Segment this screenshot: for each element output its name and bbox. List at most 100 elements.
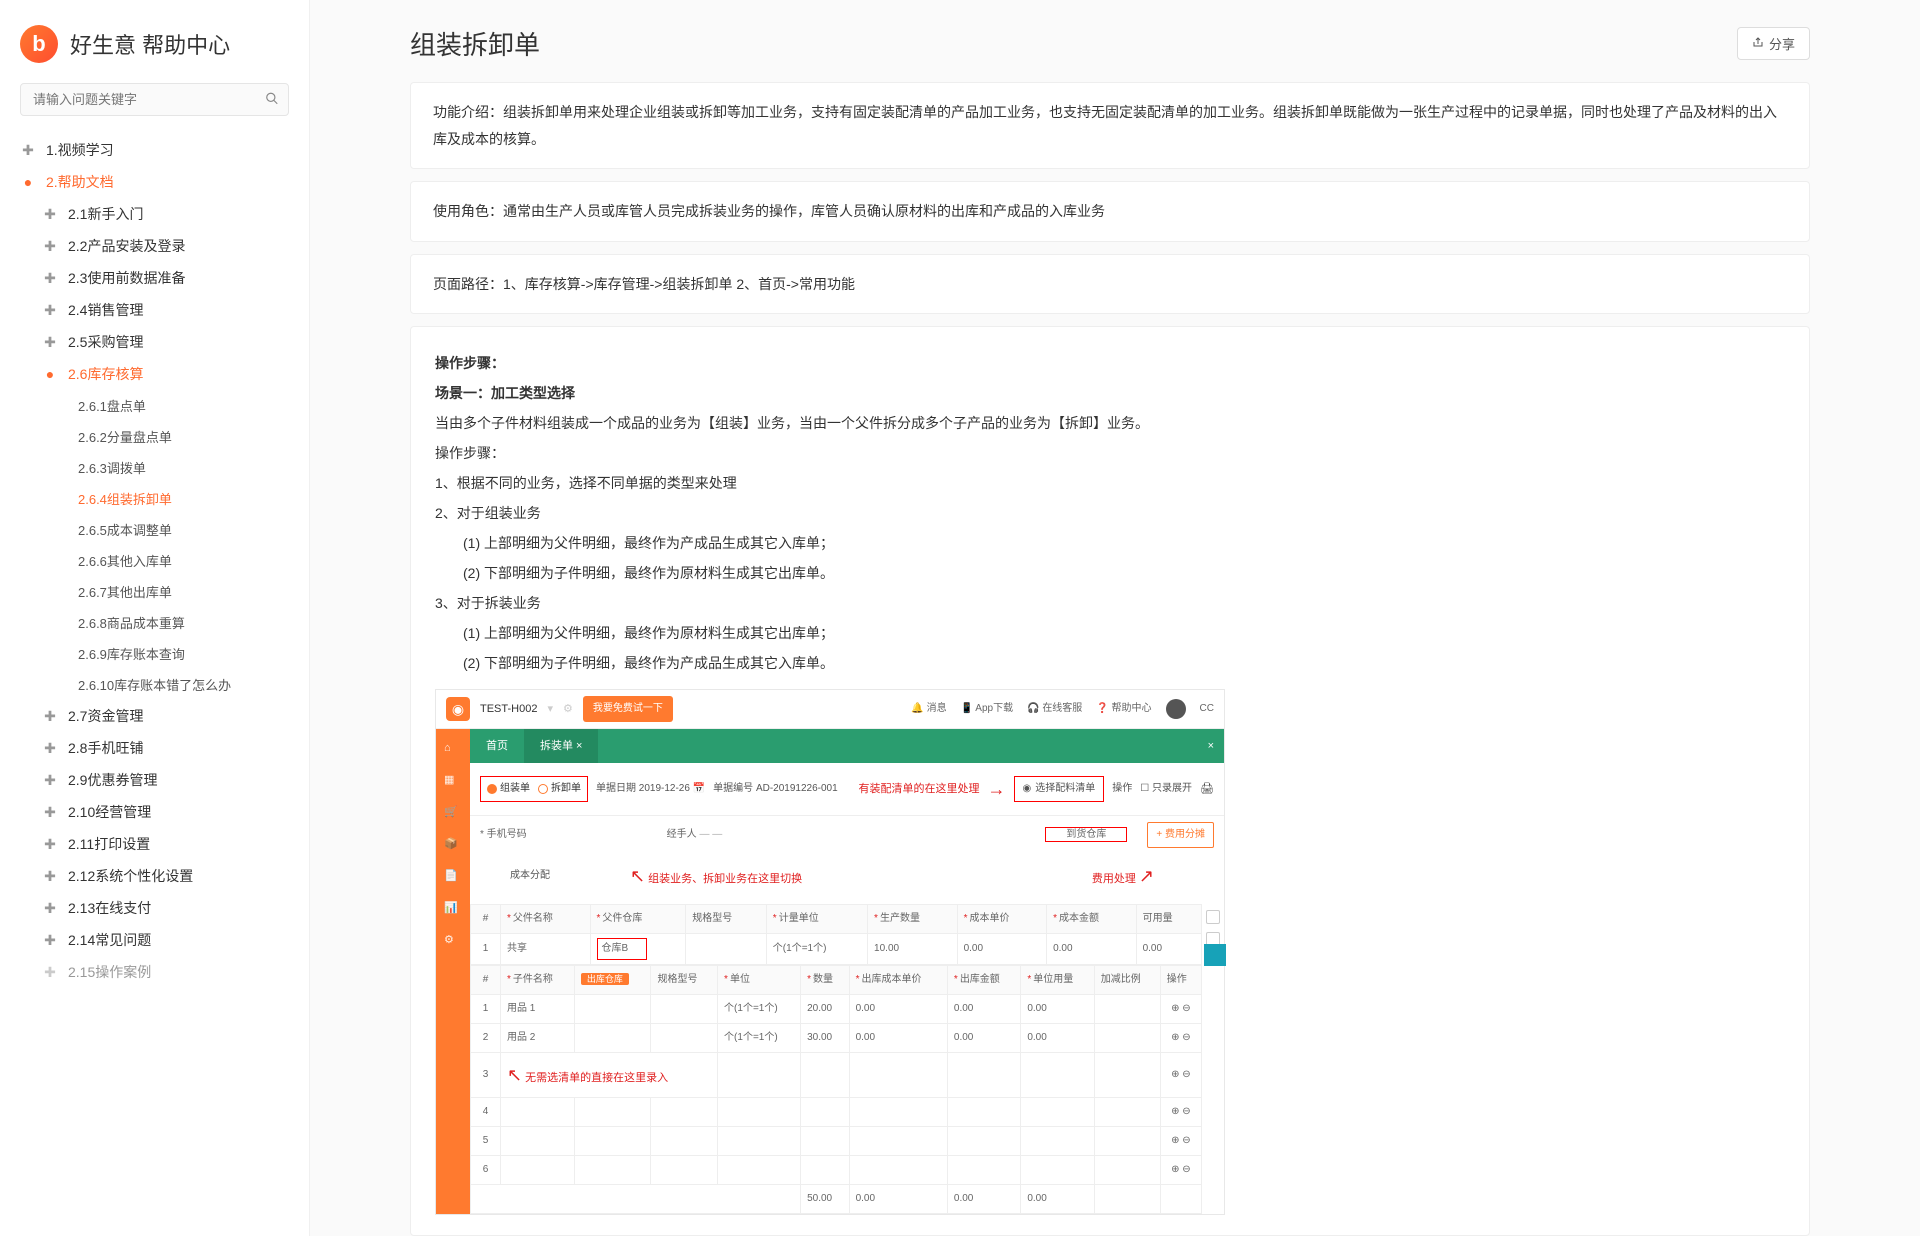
td-total: 50.00 [801, 1185, 849, 1214]
nav-label: 2.帮助文档 [46, 172, 114, 192]
nav-2-6-1[interactable]: 2.6.1盘点单 [20, 390, 289, 421]
nav-2-15[interactable]: ✚2.15操作案例 [20, 956, 289, 988]
arrow-icon: → [988, 771, 1006, 807]
share-button[interactable]: 分享 [1737, 27, 1810, 60]
ss-tab-home: 首页 [470, 729, 524, 763]
page-title: 组装拆卸单 [410, 25, 540, 62]
nav-label: 2.9优惠券管理 [68, 770, 157, 790]
nav-2-9[interactable]: ✚ 2.9优惠券管理 [20, 764, 289, 796]
ss-app: 📱 App下载 [961, 699, 1013, 719]
scene-desc: 当由多个子件材料组装成一个成品的业务为【组装】业务，当由一个父件拆分成多个子产品… [435, 409, 1785, 437]
nav-2-2[interactable]: ✚ 2.2产品安装及登录 [20, 230, 289, 262]
role-text: 通常由生产人员或库管人员完成拆装业务的操作，库管人员确认原材料的出库和产成品的入… [503, 203, 1105, 219]
ss-cost-label: 成本分配 [510, 866, 550, 886]
plus-icon: ✚ [42, 772, 58, 788]
nav-2-7[interactable]: ✚2.7资金管理 [20, 700, 289, 732]
nav-2-14[interactable]: ✚ 2.14常见问题 [20, 924, 289, 956]
ss-phone-label: 手机号码 [487, 829, 527, 840]
th: 子件名称 [501, 966, 575, 995]
search-input[interactable] [20, 83, 289, 116]
nav-tree: ✚1.视频学习 ●2.帮助文档 ✚2.1新手入门 ✚2.2产品安装及登录 ✚2.… [20, 134, 289, 988]
ss-row2: * 手机号码 经手人 — — 到货仓库 + 费用分摊 [470, 816, 1224, 854]
th: 可用量 [1136, 905, 1201, 934]
brand-logo: b [20, 25, 58, 63]
ss-annot-bottom: ↖ 无需选清单的直接在这里录入 [507, 1072, 668, 1084]
steps-sub: 操作步骤： [435, 439, 1785, 467]
step2b: (2) 下部明细为子件明细，最终作为原材料生成其它出库单。 [435, 559, 1785, 587]
ss-annot-mid: ↖ 组装业务、拆卸业务在这里切换 [630, 858, 802, 894]
ss-msg: 🔔 消息 [911, 699, 946, 719]
nav-video[interactable]: ✚1.视频学习 [20, 134, 289, 166]
doc-icon: 📄 [444, 865, 462, 883]
nav-2-6-9[interactable]: 2.6.9库存账本查询 [20, 638, 289, 669]
nav-label: 2.2产品安装及登录 [68, 236, 185, 256]
plus-icon: ✚ [42, 238, 58, 254]
th: 生产数量 [868, 905, 958, 934]
plus-icon: ✚ [42, 836, 58, 852]
plus-icon: ✚ [42, 900, 58, 916]
nav-label: 2.7资金管理 [68, 706, 143, 726]
th: 规格型号 [651, 966, 718, 995]
ss-annot-top: 有装配清单的在这里处理 [859, 778, 980, 800]
nav-label: 2.3使用前数据准备 [68, 268, 185, 288]
nav-2-1[interactable]: ✚2.1新手入门 [20, 198, 289, 230]
nav-label: 2.6.5成本调整单 [78, 520, 172, 539]
td: 0.00 [849, 995, 947, 1024]
td: 30.00 [801, 1024, 849, 1053]
nav-2-6[interactable]: ●2.6库存核算 [20, 358, 289, 390]
plus-icon: ✚ [42, 868, 58, 884]
minus-icon: ● [42, 366, 58, 382]
th: 出库成本单价 [849, 966, 947, 995]
minus-icon: ● [20, 174, 36, 190]
ss-avatar-icon [1166, 699, 1186, 719]
nav-label: 2.14常见问题 [68, 930, 151, 950]
nav-docs[interactable]: ● 2.帮助文档 [20, 166, 289, 198]
nav-label: 2.6.7其他出库单 [78, 582, 172, 601]
nav-2-6-7[interactable]: 2.6.7其他出库单 [20, 576, 289, 607]
ss-type-radio: 组装单 拆卸单 [480, 776, 588, 802]
nav-2-13[interactable]: ✚2.13在线支付 [20, 892, 289, 924]
nav-2-6-6[interactable]: 2.6.6其他入库单 [20, 545, 289, 576]
sidebar: b 好生意 帮助中心 ✚1.视频学习 ●2.帮助文档 ✚2.1新手入门 ✚2.2… [0, 0, 310, 1236]
nav-label: 2.6.1盘点单 [78, 396, 146, 415]
search-icon[interactable] [265, 91, 279, 108]
td: 个(1个=1个) [766, 934, 867, 965]
td: 个(1个=1个) [718, 995, 801, 1024]
nav-2-6-3[interactable]: 2.6.3调拨单 [20, 452, 289, 483]
td: 0.00 [1021, 1024, 1094, 1053]
td: 0.00 [957, 934, 1047, 965]
td: 用品 1 [501, 995, 575, 1024]
step2a: (1) 上部明细为父件明细，最终作为产成品生成其它入库单； [435, 529, 1785, 557]
nav-2-6-2[interactable]: 2.6.2分量盘点单 [20, 421, 289, 452]
nav-2-6-8[interactable]: 2.6.8商品成本重算 [20, 607, 289, 638]
ss-date-label: 单据日期 [596, 783, 636, 794]
th: 成本单价 [957, 905, 1047, 934]
ss-open: ☐ 只录展开 [1140, 779, 1192, 799]
th: 出库金额 [947, 966, 1020, 995]
ss-warehouse-box: 到货仓库 [1045, 827, 1127, 842]
nav-2-12[interactable]: ✚2.12系统个性化设置 [20, 860, 289, 892]
nav-2-10[interactable]: ✚2.10经营管理 [20, 796, 289, 828]
box-icon: 📦 [444, 833, 462, 851]
nav-label: 2.6.10库存账本错了怎么办 [78, 675, 231, 694]
nav-2-6-10[interactable]: 2.6.10库存账本错了怎么办 [20, 669, 289, 700]
intro-text: 组装拆卸单用来处理企业组装或拆卸等加工业务，支持有固定装配清单的产品加工业务，也… [433, 104, 1777, 147]
expand-icon [1204, 944, 1226, 966]
steps-card: 操作步骤： 场景一：加工类型选择 当由多个子件材料组装成一个成品的业务为【组装】… [410, 326, 1810, 1236]
step1: 1、根据不同的业务，选择不同单据的类型来处理 [435, 469, 1785, 497]
td-total: 0.00 [1021, 1185, 1094, 1214]
th: 加减比例 [1094, 966, 1160, 995]
nav-2-5[interactable]: ✚2.5采购管理 [20, 326, 289, 358]
main-content: 组装拆卸单 分享 功能介绍：组装拆卸单用来处理企业组装或拆卸等加工业务，支持有固… [310, 0, 1920, 1236]
nav-2-6-5[interactable]: 2.6.5成本调整单 [20, 514, 289, 545]
plus-icon: ✚ [42, 932, 58, 948]
nav-2-4[interactable]: ✚2.4销售管理 [20, 294, 289, 326]
step3b: (2) 下部明细为子件明细，最终作为产成品生成其它入库单。 [435, 649, 1785, 677]
nav-2-3[interactable]: ✚2.3使用前数据准备 [20, 262, 289, 294]
nav-2-6-4[interactable]: 2.6.4组装拆卸单 [20, 483, 289, 514]
nav-2-8[interactable]: ✚2.8手机旺铺 [20, 732, 289, 764]
path-label: 页面路径： [433, 276, 503, 292]
nav-2-11[interactable]: ✚2.11打印设置 [20, 828, 289, 860]
td: 个(1个=1个) [718, 1024, 801, 1053]
steps-title: 操作步骤： [435, 355, 505, 371]
